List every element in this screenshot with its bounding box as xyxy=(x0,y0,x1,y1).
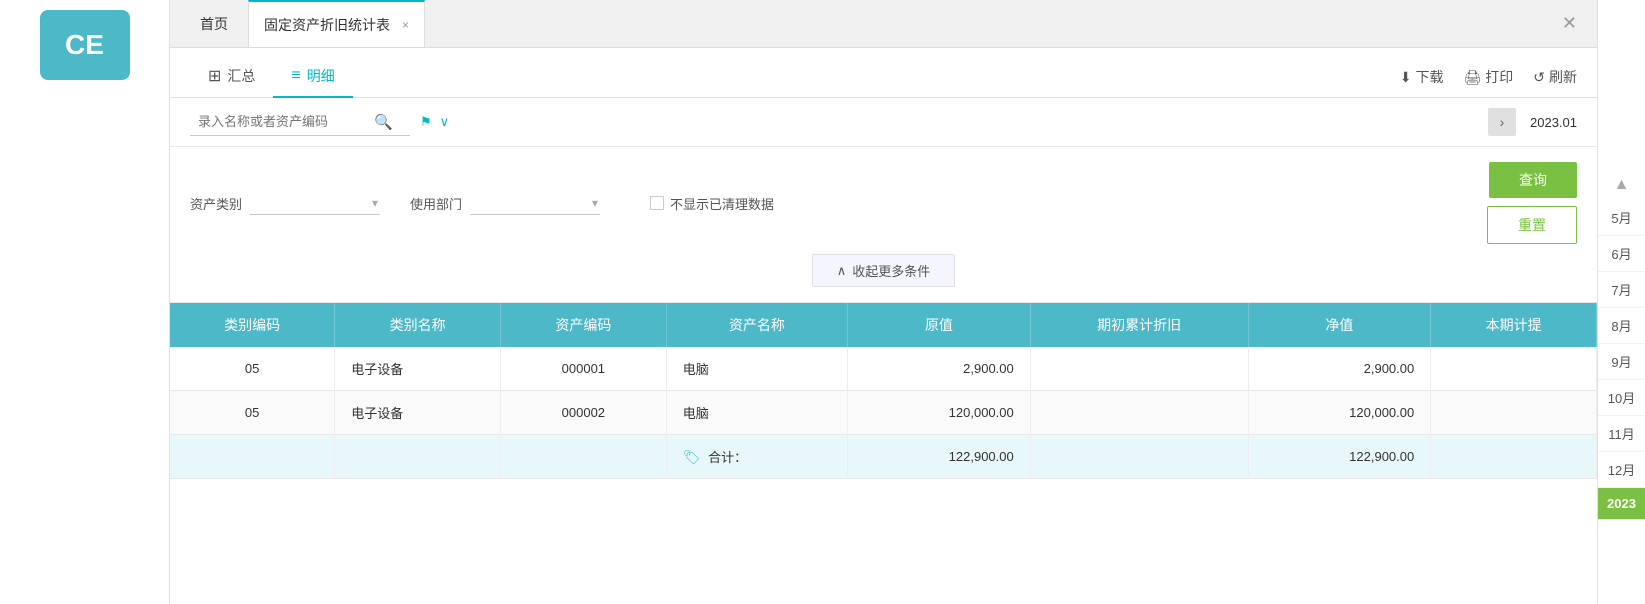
cell-accumulated-2 xyxy=(1030,391,1248,435)
month-8[interactable]: 8月 xyxy=(1598,308,1645,344)
search-bar: 🔍 ⚑ ∨ › 2023.01 xyxy=(170,98,1597,147)
toolbar-right: ⬇ 下载 🖨 打印 ↺ 刷新 xyxy=(1400,67,1577,87)
filter-panel: 资产类别 使用部门 xyxy=(170,147,1597,303)
date-label: 2023.01 xyxy=(1530,115,1577,130)
table-total-row: 🏷 合计： 122,900.00 122,900.00 xyxy=(170,435,1597,479)
month-10[interactable]: 10月 xyxy=(1598,380,1645,416)
summary-icon: ⊞ xyxy=(208,66,221,86)
month-6[interactable]: 6月 xyxy=(1598,236,1645,272)
col-header-current-period: 本期计提 xyxy=(1431,303,1597,347)
col-header-asset-code: 资产编码 xyxy=(501,303,667,347)
table-row: 05 电子设备 000001 电脑 2,900.00 2,900.00 xyxy=(170,347,1597,391)
checkbox-group: 不显示已清理数据 xyxy=(650,194,774,213)
cell-asset-name-2: 电脑 xyxy=(666,391,847,435)
cell-accumulated-1 xyxy=(1030,347,1248,391)
asset-category-select[interactable] xyxy=(250,191,380,215)
hide-cleared-checkbox[interactable] xyxy=(650,196,664,210)
download-icon: ⬇ xyxy=(1400,69,1412,86)
cell-total-current xyxy=(1431,435,1597,479)
collapse-icon: ∧ xyxy=(837,263,847,279)
cell-total-net: 122,900.00 xyxy=(1248,435,1431,479)
window-close-button[interactable]: ✕ xyxy=(1552,13,1587,34)
filter-buttons: 查询 重置 xyxy=(1487,162,1577,244)
month-7[interactable]: 7月 xyxy=(1598,272,1645,308)
main-area: 首页 固定资产折旧统计表 × ✕ ⊞ 汇总 ≡ 明细 ⬇ 下载 xyxy=(170,0,1597,604)
cell-total-original: 122,900.00 xyxy=(848,435,1031,479)
cell-total-accumulated xyxy=(1030,435,1248,479)
detail-icon: ≡ xyxy=(291,67,300,85)
print-icon: 🖨 xyxy=(1463,69,1481,86)
left-sidebar: CE xyxy=(0,0,170,604)
table-header-row: 类别编码 类别名称 资产编码 资产名称 原值 期初累计折旧 净值 本期计提 xyxy=(170,303,1597,347)
reset-button[interactable]: 重置 xyxy=(1487,206,1577,244)
collapse-button[interactable]: ∧ 收起更多条件 xyxy=(812,254,956,287)
chevron-down-icon: ∨ xyxy=(440,114,450,130)
asset-category-group: 资产类别 xyxy=(190,191,380,215)
tab-close-icon[interactable]: × xyxy=(402,18,409,32)
cell-asset-code-2: 000002 xyxy=(501,391,667,435)
total-icon: 🏷 xyxy=(683,449,701,465)
tab-detail[interactable]: ≡ 明细 xyxy=(273,56,352,98)
col-header-original-value: 原值 xyxy=(848,303,1031,347)
data-table: 类别编码 类别名称 资产编码 资产名称 原值 期初累计折旧 净值 本期计提 05… xyxy=(170,303,1597,479)
checkbox-label: 不显示已清理数据 xyxy=(670,194,774,213)
table-row: 05 电子设备 000002 电脑 120,000.00 120,000.00 xyxy=(170,391,1597,435)
download-button[interactable]: ⬇ 下载 xyxy=(1400,67,1444,87)
col-header-accumulated-depreciation: 期初累计折旧 xyxy=(1030,303,1248,347)
cell-current-1 xyxy=(1431,347,1597,391)
month-9[interactable]: 9月 xyxy=(1598,344,1645,380)
department-label: 使用部门 xyxy=(410,194,462,213)
refresh-icon: ↺ xyxy=(1533,69,1545,86)
cell-cat-name-1: 电子设备 xyxy=(335,347,501,391)
content-area: ⊞ 汇总 ≡ 明细 ⬇ 下载 🖨 打印 ↺ 刷新 xyxy=(170,48,1597,604)
year-label[interactable]: 2023 xyxy=(1598,488,1645,520)
cell-net-value-2: 120,000.00 xyxy=(1248,391,1431,435)
cell-cat-code-2: 05 xyxy=(170,391,335,435)
col-header-asset-name: 资产名称 xyxy=(666,303,847,347)
cell-net-value-1: 2,900.00 xyxy=(1248,347,1431,391)
query-button[interactable]: 查询 xyxy=(1489,162,1577,198)
tab-bar: 首页 固定资产折旧统计表 × ✕ xyxy=(170,0,1597,48)
table-wrap: 类别编码 类别名称 资产编码 资产名称 原值 期初累计折旧 净值 本期计提 05… xyxy=(170,303,1597,604)
logo: CE xyxy=(40,10,130,80)
right-sidebar: ▲ 5月 6月 7月 8月 9月 10月 11月 12月 2023 xyxy=(1597,0,1645,604)
print-button[interactable]: 🖨 打印 xyxy=(1463,67,1513,87)
asset-category-label: 资产类别 xyxy=(190,194,242,213)
filter-icon: ⚑ xyxy=(420,114,432,130)
search-input[interactable] xyxy=(198,114,368,129)
cell-asset-code-1: 000001 xyxy=(501,347,667,391)
tab-home[interactable]: 首页 xyxy=(180,0,248,47)
cell-original-value-1: 2,900.00 xyxy=(848,347,1031,391)
filter-row: 资产类别 使用部门 xyxy=(190,162,1577,244)
tab-summary[interactable]: ⊞ 汇总 xyxy=(190,56,273,98)
tab-active[interactable]: 固定资产折旧统计表 × xyxy=(248,0,425,47)
search-input-wrap: 🔍 xyxy=(190,109,410,136)
refresh-button[interactable]: ↺ 刷新 xyxy=(1533,67,1577,87)
department-select[interactable] xyxy=(470,191,600,215)
filter-more-button[interactable]: ⚑ ∨ xyxy=(420,114,449,130)
month-5[interactable]: 5月 xyxy=(1598,200,1645,236)
col-header-net-value: 净值 xyxy=(1248,303,1431,347)
cell-cat-code-1: 05 xyxy=(170,347,335,391)
scroll-up-button[interactable]: ▲ xyxy=(1598,170,1645,200)
nav-arrow-button[interactable]: › xyxy=(1488,108,1516,136)
sub-tab-bar: ⊞ 汇总 ≡ 明细 ⬇ 下载 🖨 打印 ↺ 刷新 xyxy=(170,48,1597,98)
cell-cat-name-2: 电子设备 xyxy=(335,391,501,435)
month-12[interactable]: 12月 xyxy=(1598,452,1645,488)
cell-asset-name-1: 电脑 xyxy=(666,347,847,391)
cell-original-value-2: 120,000.00 xyxy=(848,391,1031,435)
department-group: 使用部门 xyxy=(410,191,600,215)
month-11[interactable]: 11月 xyxy=(1598,416,1645,452)
col-header-category-code: 类别编码 xyxy=(170,303,335,347)
search-icon[interactable]: 🔍 xyxy=(374,113,393,131)
col-header-category-name: 类别名称 xyxy=(335,303,501,347)
cell-current-2 xyxy=(1431,391,1597,435)
